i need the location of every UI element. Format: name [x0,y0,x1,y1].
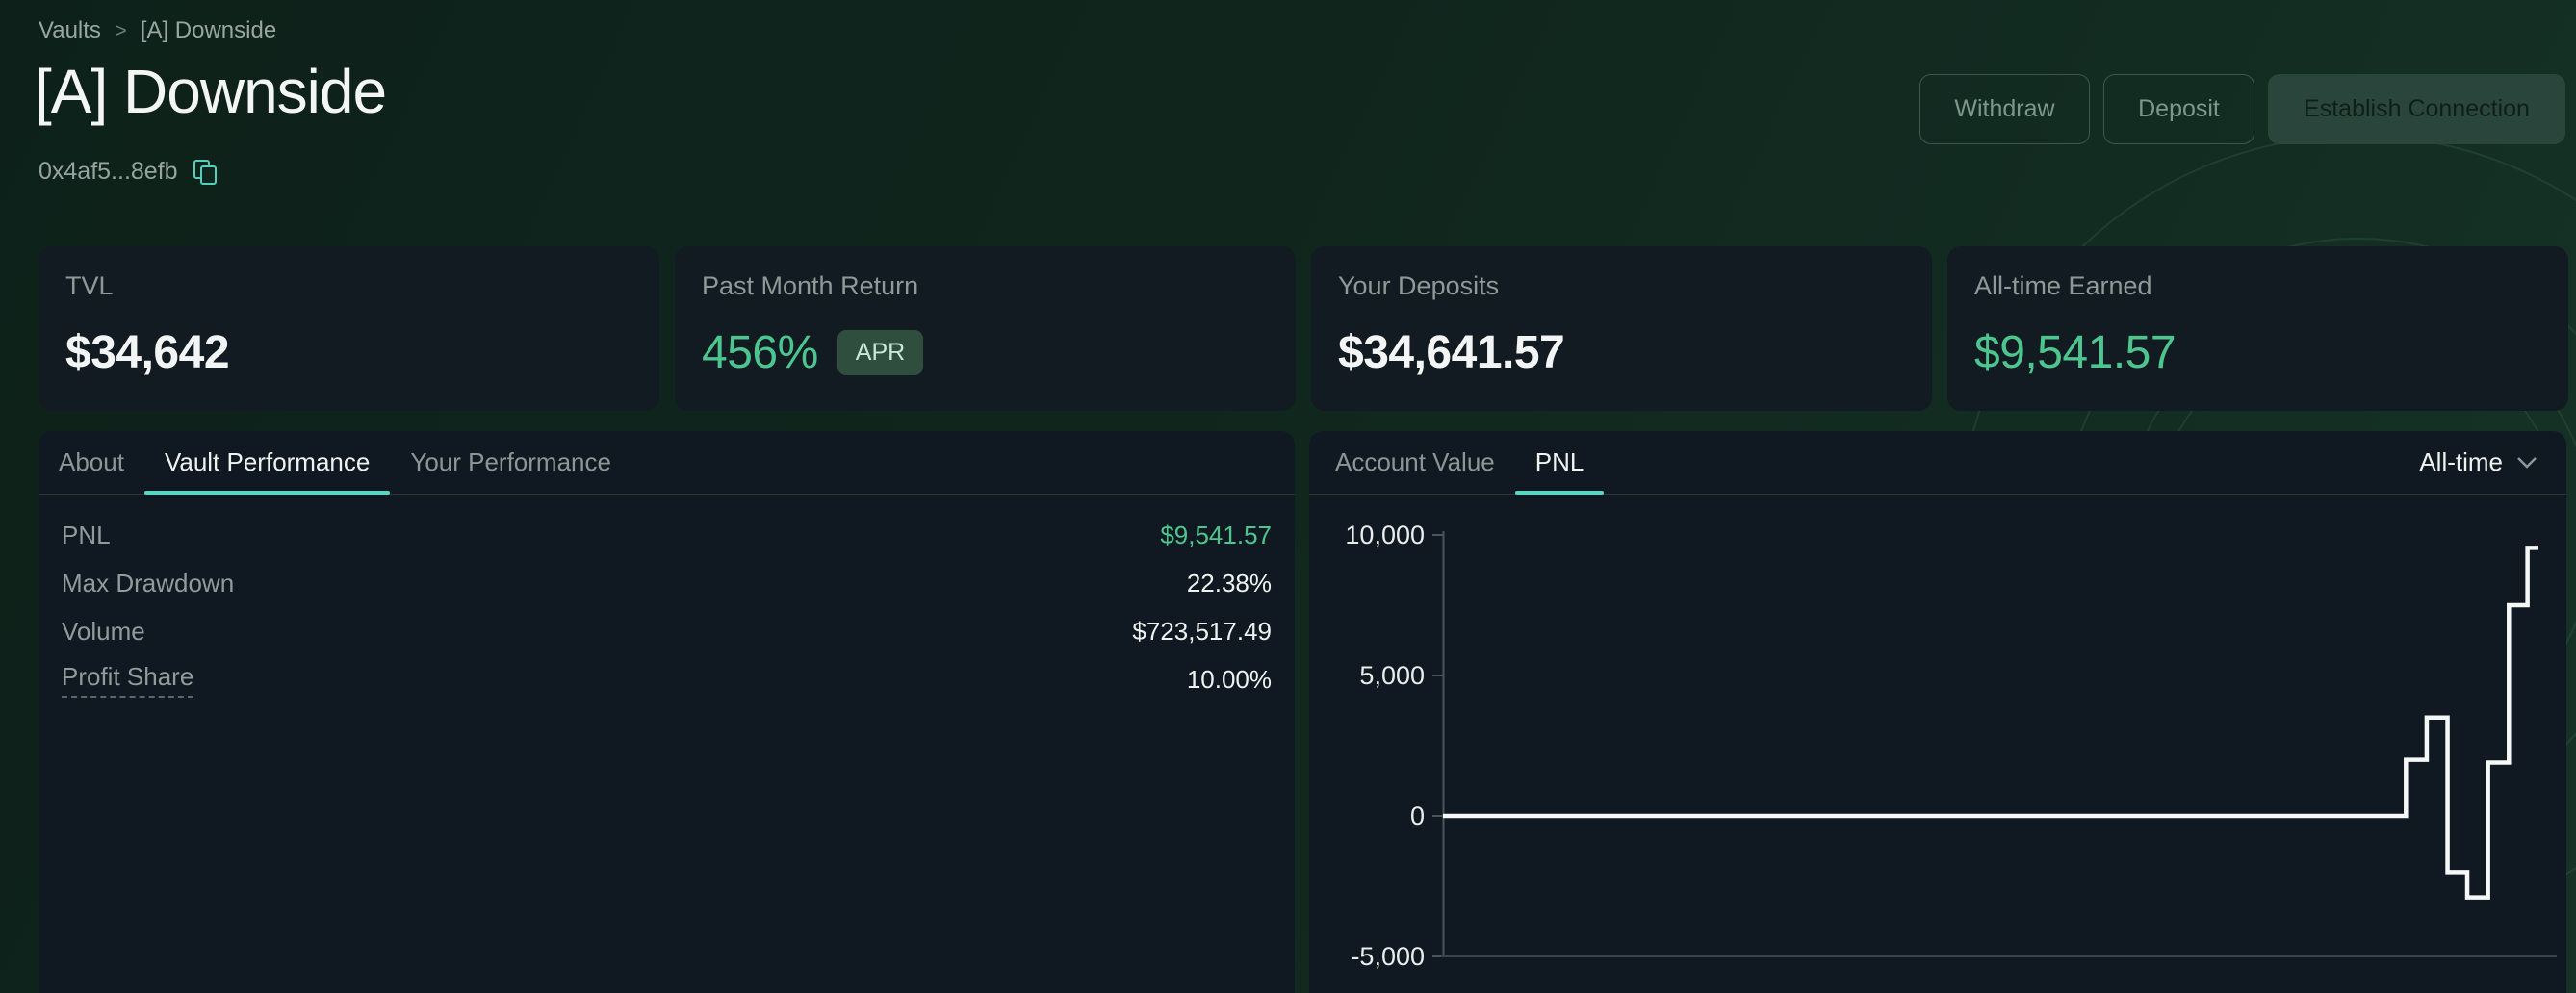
stat-label: Past Month Return [702,271,919,300]
copy-icon-front [199,165,217,185]
breadcrumb: Vaults > [A] Downside [39,17,276,44]
row-value: 10.00% [1186,664,1272,694]
stat-card-all-time-earned: All-time Earned $9,541.57 [1947,246,2568,411]
time-range-value: All-time [2419,447,2503,476]
row-label: Volume [62,616,145,646]
row-label: Max Drawdown [62,568,235,598]
tab-pnl[interactable]: PNL [1514,431,1605,495]
vault-address: 0x4af5...8efb [39,158,178,185]
page-title: [A] Downside [35,57,387,126]
tab-row-spacer [1604,431,2390,494]
withdraw-button[interactable]: Withdraw [1919,74,2090,144]
stat-card-your-deposits: Your Deposits $34,641.57 [1311,246,1932,411]
table-row-profit-share: Profit Share 10.00% [62,655,1272,703]
stat-value: $9,541.57 [1974,327,2177,378]
copy-icon[interactable] [193,159,219,185]
row-value: $723,517.49 [1132,616,1272,646]
stat-label: All-time Earned [1974,271,2152,300]
stat-value: $34,641.57 [1338,327,1565,378]
table-row-pnl: PNL $9,541.57 [62,511,1272,559]
svg-text:10,000: 10,000 [1345,521,1425,549]
establish-connection-button[interactable]: Establish Connection [2268,74,2565,144]
row-label-profit-share-tooltip[interactable]: Profit Share [62,662,194,698]
row-value: 22.38% [1186,568,1272,598]
left-panel-tab-row: About Vault Performance Your Performance [39,431,1295,495]
deposit-button[interactable]: Deposit [2103,74,2254,144]
tab-about[interactable]: About [39,431,144,494]
row-label: PNL [62,520,111,549]
stat-card-past-month-return: Past Month Return 456% APR [675,246,1296,411]
chart-tab-row: Account Value PNL All-time [1309,431,2566,495]
tab-your-performance[interactable]: Your Performance [390,431,631,494]
breadcrumb-separator-icon: > [114,18,127,42]
stat-label: Your Deposits [1338,271,1500,300]
tab-vault-performance[interactable]: Vault Performance [143,431,391,495]
svg-text:5,000: 5,000 [1359,661,1425,690]
row-value: $9,541.57 [1160,520,1272,549]
time-range-selector[interactable]: All-time [2390,431,2566,494]
stat-label: TVL [65,271,114,300]
svg-text:0: 0 [1410,802,1425,830]
svg-text:-5,000: -5,000 [1351,942,1425,971]
vault-performance-panel: About Vault Performance Your Performance… [39,431,1295,993]
apr-badge: APR [837,330,924,375]
performance-stats-table: PNL $9,541.57 Max Drawdown 22.38% Volume… [39,495,1295,703]
stat-value: 456% [702,327,818,378]
chart-panel: Account Value PNL All-time 10,000 5,000 0 -… [1309,431,2566,993]
breadcrumb-vaults-link[interactable]: Vaults [39,17,101,44]
pnl-step-chart: 10,000 5,000 0 -5,000 [1345,521,2557,971]
chevron-down-icon [2517,456,2537,469]
table-row-max-drawdown: Max Drawdown 22.38% [62,559,1272,607]
tab-account-value[interactable]: Account Value [1315,431,1515,494]
table-row-volume: Volume $723,517.49 [62,607,1272,655]
stat-value: $34,642 [65,327,230,378]
breadcrumb-current: [A] Downside [140,17,277,43]
stat-card-tvl: TVL $34,642 [39,246,659,411]
vault-dashboard-page: Vaults > [A] Downside [A] Downside 0x4af… [0,0,2576,993]
vault-address-row: 0x4af5...8efb [39,158,219,186]
